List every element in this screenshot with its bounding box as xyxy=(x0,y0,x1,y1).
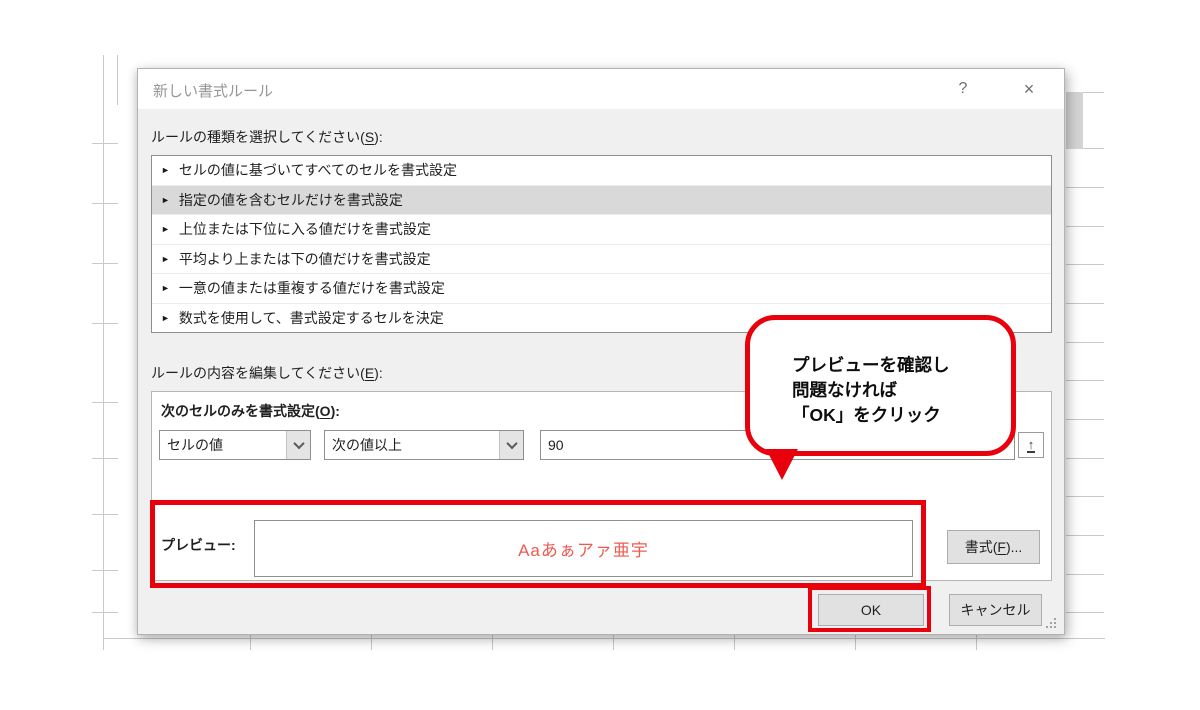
close-icon[interactable]: × xyxy=(1016,78,1042,100)
callout-line: 「OK」をクリック xyxy=(792,405,941,425)
gridline xyxy=(1066,535,1104,536)
gridline xyxy=(1066,226,1104,227)
gridline xyxy=(117,55,118,105)
gridline xyxy=(1066,187,1104,188)
gridline xyxy=(1066,380,1104,381)
cell-value-dropdown-value: セルの値 xyxy=(167,437,223,453)
gridline xyxy=(103,638,1105,639)
list-arrow-icon: ► xyxy=(161,224,170,235)
format-only-accesskey: O xyxy=(319,403,331,419)
rule-type-item[interactable]: ► 上位または下位に入る値だけを書式設定 xyxy=(152,215,1051,245)
gridline xyxy=(92,143,118,144)
rule-type-listbox: ► セルの値に基づいてすべてのセルを書式設定 ► 指定の値を含むセルだけを書式設定 … xyxy=(151,155,1052,333)
gridline xyxy=(1066,458,1104,459)
screenshot-stage: 新しい書式ルール ? × ルールの種類を選択してください(S): ► セルの値に基… xyxy=(0,0,1200,710)
rule-type-item-label: 指定の値を含むセルだけを書式設定 xyxy=(178,191,403,208)
rule-type-item-label: 平均より上または下の値だけを書式設定 xyxy=(178,250,431,267)
dialog-title: 新しい書式ルール xyxy=(153,83,274,100)
gridline xyxy=(92,612,118,613)
collapse-dialog-icon: ↑ xyxy=(1026,436,1036,453)
rule-type-item[interactable]: ► 平均より上または下の値だけを書式設定 xyxy=(152,245,1051,274)
rule-type-item-label: 一意の値または重複する値だけを書式設定 xyxy=(178,280,445,297)
rule-type-label: ルールの種類を選択してください(S): xyxy=(151,127,383,147)
chevron-down-icon xyxy=(499,431,523,459)
gridline xyxy=(1066,574,1104,575)
annotation-callout: プレビューを確認し 問題なければ 「OK」をクリック xyxy=(745,315,1016,456)
list-arrow-icon: ► xyxy=(161,194,170,205)
gridline xyxy=(1066,612,1104,613)
help-icon[interactable]: ? xyxy=(950,78,976,100)
gridline xyxy=(92,402,118,403)
gridline xyxy=(92,263,118,264)
format-button-text: 書式( xyxy=(964,539,998,555)
callout-tail-icon xyxy=(766,449,798,480)
gridline xyxy=(92,458,118,459)
rule-type-label-suffix: ): xyxy=(374,129,383,145)
gridline xyxy=(92,323,118,324)
gridline xyxy=(1066,496,1104,497)
rule-content-accesskey: E xyxy=(364,365,375,381)
rule-type-item-label: セルの値に基づいてすべてのセルを書式設定 xyxy=(178,162,457,179)
gridline xyxy=(1066,303,1104,304)
rule-content-label: ルールの内容を編集してください(E): xyxy=(151,363,383,383)
gridline xyxy=(1066,419,1104,420)
list-arrow-icon: ► xyxy=(161,165,170,176)
format-button-suffix: )... xyxy=(1005,539,1023,555)
format-button[interactable]: 書式(F)... xyxy=(947,530,1040,564)
format-only-label-text: 次のセルのみを書式設定( xyxy=(161,403,320,419)
callout-text: プレビューを確認し 問題なければ 「OK」をクリック xyxy=(750,320,1011,428)
gridline xyxy=(92,570,118,571)
callout-line: プレビューを確認し xyxy=(792,355,950,375)
operator-dropdown-value: 次の値以上 xyxy=(332,437,402,453)
cell-value-dropdown[interactable]: セルの値 xyxy=(159,430,311,460)
worksheet-shaded-cell xyxy=(1066,92,1083,149)
rule-type-item[interactable]: ► セルの値に基づいてすべてのセルを書式設定 xyxy=(152,156,1051,186)
annotation-box-preview xyxy=(150,500,926,588)
rule-type-item-label: 数式を使用して、書式設定するセルを決定 xyxy=(178,309,444,326)
list-arrow-icon: ► xyxy=(161,283,170,294)
collapse-dialog-button[interactable]: ↑ xyxy=(1018,432,1044,458)
list-arrow-icon: ► xyxy=(161,253,170,264)
format-only-label-suffix: ): xyxy=(330,403,340,419)
format-only-label: 次のセルのみを書式設定(O): xyxy=(161,401,340,421)
operator-dropdown[interactable]: 次の値以上 xyxy=(324,430,524,460)
rule-type-item[interactable]: ► 一意の値または重複する値だけを書式設定 xyxy=(152,274,1051,304)
cancel-button[interactable]: キャンセル xyxy=(949,594,1042,626)
resize-grip[interactable] xyxy=(1054,618,1056,620)
rule-content-label-text: ルールの内容を編集してください( xyxy=(151,365,365,381)
rule-type-item-label: 上位または下位に入る値だけを書式設定 xyxy=(178,221,431,238)
chevron-down-icon xyxy=(286,431,310,459)
gridline xyxy=(1066,342,1104,343)
annotation-box-ok xyxy=(808,586,931,632)
rule-type-accesskey: S xyxy=(364,129,375,145)
dialog-titlebar: 新しい書式ルール ? × xyxy=(138,69,1064,109)
rule-type-item-selected[interactable]: ► 指定の値を含むセルだけを書式設定 xyxy=(152,185,1051,215)
list-arrow-icon: ► xyxy=(161,312,170,323)
gridline xyxy=(103,55,104,650)
gridline xyxy=(92,203,118,204)
gridline xyxy=(1066,264,1104,265)
rule-content-label-suffix: ): xyxy=(374,365,383,381)
format-button-accesskey: F xyxy=(997,539,1006,555)
callout-line: 問題なければ xyxy=(792,380,897,400)
gridline xyxy=(92,514,118,515)
rule-type-label-text: ルールの種類を選択してください( xyxy=(151,129,365,145)
